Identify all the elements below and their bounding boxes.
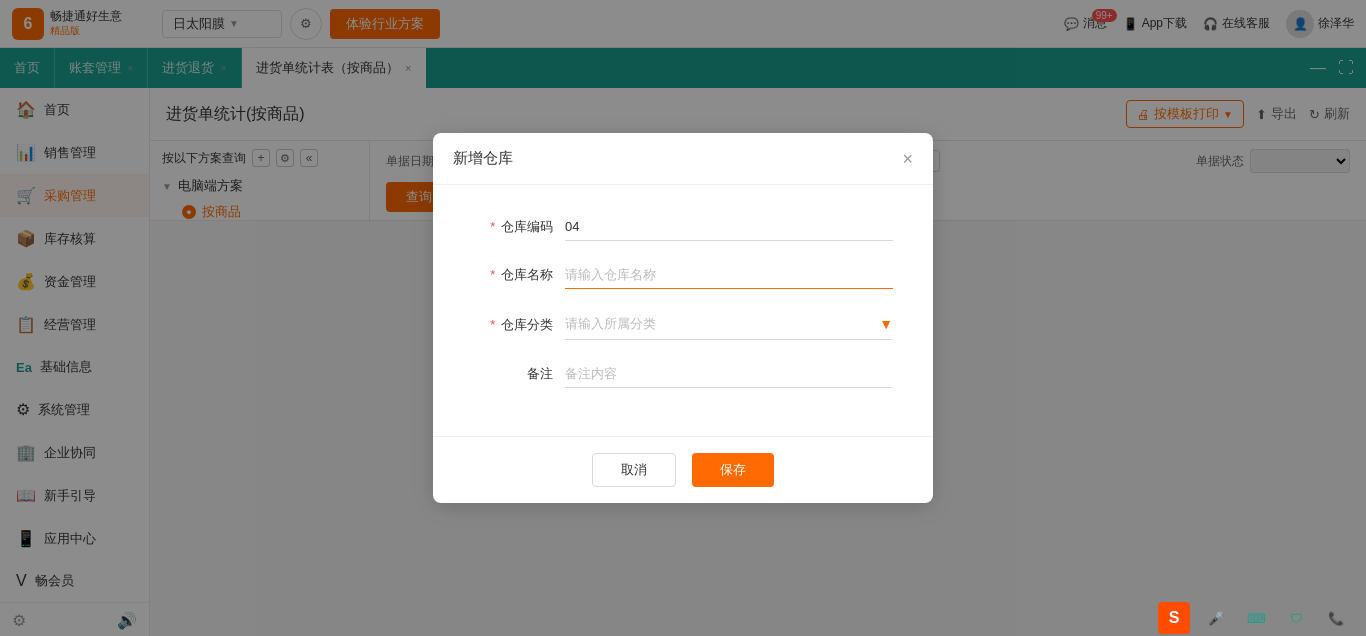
modal-footer: 取消 保存	[433, 436, 933, 503]
warehouse-category-select[interactable]: 请输入所属分类 ▼	[565, 309, 893, 340]
mic-icon[interactable]: 🎤	[1202, 604, 1230, 632]
category-label: * 仓库分类	[473, 316, 553, 334]
keyboard-icon[interactable]: ⌨	[1242, 604, 1270, 632]
form-row-code: * 仓库编码	[473, 213, 893, 241]
note-label: 备注	[473, 365, 553, 383]
name-label: * 仓库名称	[473, 266, 553, 284]
modal-close-button[interactable]: ×	[902, 150, 913, 168]
s-logo-icon[interactable]: S	[1158, 602, 1190, 634]
form-row-note: 备注	[473, 360, 893, 388]
code-label: * 仓库编码	[473, 218, 553, 236]
form-row-name: * 仓库名称	[473, 261, 893, 289]
category-placeholder: 请输入所属分类	[565, 315, 656, 333]
warehouse-code-input[interactable]	[565, 213, 893, 241]
modal-overlay: 新增仓库 × * 仓库编码 * 仓库名称	[0, 0, 1366, 636]
modal-title: 新增仓库	[453, 149, 513, 168]
phone-icon[interactable]: 📞	[1322, 604, 1350, 632]
shield-icon[interactable]: 🛡	[1282, 604, 1310, 632]
form-row-category: * 仓库分类 请输入所属分类 ▼	[473, 309, 893, 340]
category-arrow-icon: ▼	[879, 316, 893, 332]
warehouse-name-input[interactable]	[565, 261, 893, 289]
modal-header: 新增仓库 ×	[433, 133, 933, 185]
warehouse-note-input[interactable]	[565, 360, 893, 388]
cancel-button[interactable]: 取消	[592, 453, 676, 487]
bottom-bar: S 🎤 ⌨ 🛡 📞	[1142, 600, 1366, 636]
save-button[interactable]: 保存	[692, 453, 774, 487]
add-warehouse-modal: 新增仓库 × * 仓库编码 * 仓库名称	[433, 133, 933, 503]
modal-body: * 仓库编码 * 仓库名称 * 仓库分类 请输入所属	[433, 185, 933, 436]
